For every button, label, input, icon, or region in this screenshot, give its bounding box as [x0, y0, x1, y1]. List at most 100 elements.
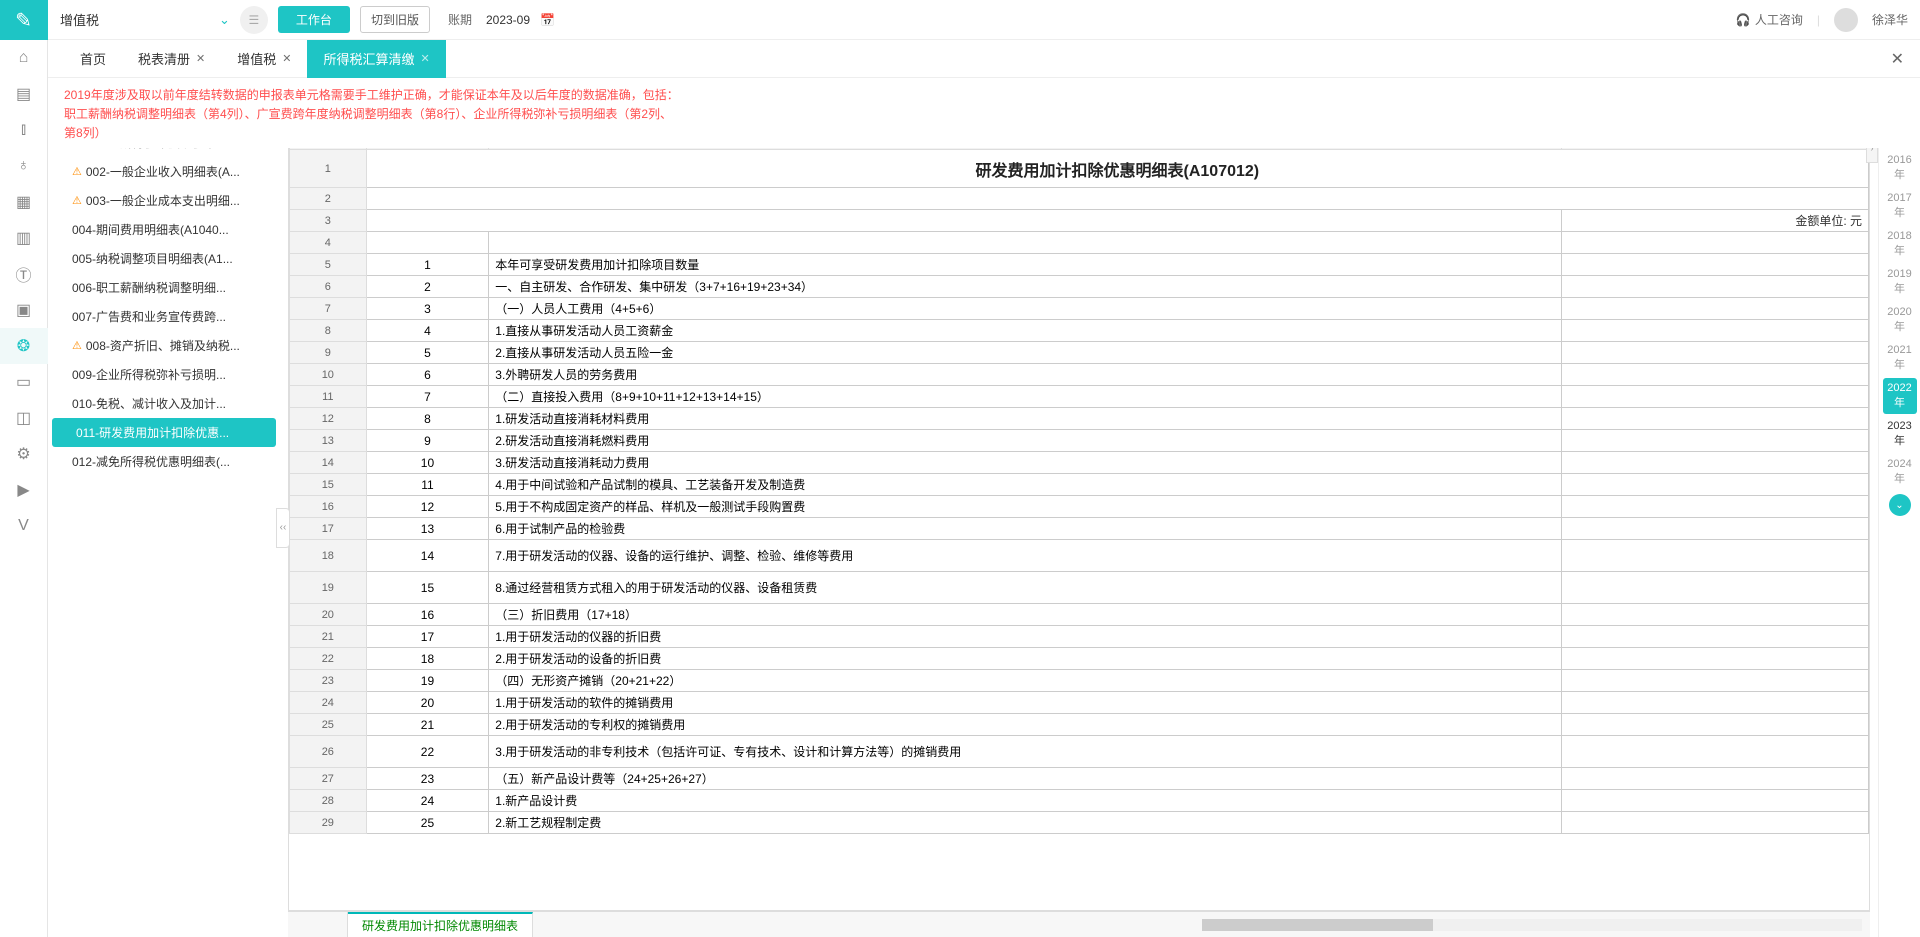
cell-item[interactable]: （一）人员人工费用（4+5+6） — [489, 298, 1562, 320]
nav-calendar-icon[interactable]: ▣ — [0, 292, 48, 328]
cell-item[interactable]: 1.用于研发活动的仪器的折旧费 — [489, 626, 1562, 648]
cell-seq[interactable]: 2 — [366, 276, 489, 298]
year-button[interactable]: 2020年 — [1883, 302, 1917, 338]
cell-item[interactable]: 3.用于研发活动的非专利技术（包括许可证、专有技术、设计和计算方法等）的摊销费用 — [489, 736, 1562, 768]
form-list-item[interactable]: 012-减免所得税优惠明细表(... — [48, 447, 280, 476]
cell-seq[interactable]: 5 — [366, 342, 489, 364]
cell-amount[interactable] — [1562, 714, 1869, 736]
cell-seq[interactable]: 1 — [366, 254, 489, 276]
cell-amount[interactable] — [1562, 736, 1869, 768]
cell-item[interactable]: 2.用于研发活动的设备的折旧费 — [489, 648, 1562, 670]
form-list-item[interactable]: 009-企业所得税弥补亏损明... — [48, 360, 280, 389]
close-icon[interactable]: ✕ — [282, 52, 291, 65]
cell-amount[interactable] — [1562, 452, 1869, 474]
row-header[interactable]: 5 — [290, 254, 367, 276]
row-header[interactable]: 7 — [290, 298, 367, 320]
cell-seq[interactable]: 15 — [366, 572, 489, 604]
cell-amount[interactable] — [1562, 386, 1869, 408]
cell-amount[interactable] — [1562, 364, 1869, 386]
cell-amount[interactable] — [1562, 474, 1869, 496]
cell-item[interactable]: 4.用于中间试验和产品试制的模具、工艺装备开发及制造费 — [489, 474, 1562, 496]
cell-item[interactable]: 5.用于不构成固定资产的样品、样机及一般测试手段购置费 — [489, 496, 1562, 518]
cell-item[interactable]: 一、自主研发、合作研发、集中研发（3+7+16+19+23+34） — [489, 276, 1562, 298]
workspace-button[interactable]: 工作台 — [278, 6, 350, 33]
nav-bank-icon[interactable]: Ⓣ — [0, 256, 48, 292]
cell-amount[interactable] — [1562, 496, 1869, 518]
form-list-item[interactable]: 007-广告费和业务宣传费跨... — [48, 302, 280, 331]
row-header[interactable]: 3 — [290, 210, 367, 232]
cell-seq[interactable]: 3 — [366, 298, 489, 320]
cell-amount[interactable] — [1562, 812, 1869, 834]
cell-amount[interactable] — [1562, 518, 1869, 540]
cell-item[interactable]: 8.通过经营租赁方式租入的用于研发活动的仪器、设备租赁费 — [489, 572, 1562, 604]
row-header[interactable]: 4 — [290, 232, 367, 254]
form-list-item[interactable]: 011-研发费用加计扣除优惠... — [52, 418, 276, 447]
cell-seq[interactable]: 6 — [366, 364, 489, 386]
spreadsheet[interactable]: A B C 1 研发费用加计扣除优惠明细表(A107012) 2 — [288, 128, 1870, 911]
close-icon[interactable]: ✕ — [421, 52, 430, 65]
row-header[interactable]: 29 — [290, 812, 367, 834]
tab-税表清册[interactable]: 税表清册✕ — [122, 40, 221, 78]
cell-amount[interactable] — [1562, 790, 1869, 812]
cell-amount[interactable] — [1562, 604, 1869, 626]
cell-seq[interactable]: 18 — [366, 648, 489, 670]
sheet-tab[interactable]: 研发费用加计扣除优惠明细表 — [348, 912, 533, 937]
nav-doc-icon[interactable]: ▤ — [0, 76, 48, 112]
cell-item[interactable]: 1.新产品设计费 — [489, 790, 1562, 812]
cell-seq[interactable]: 23 — [366, 768, 489, 790]
form-list-item[interactable]: 004-期间费用明细表(A1040... — [48, 215, 280, 244]
year-button[interactable]: 2019年 — [1883, 264, 1917, 300]
cell-seq[interactable]: 14 — [366, 540, 489, 572]
nav-inbox-icon[interactable]: ◫ — [0, 400, 48, 436]
cell-seq[interactable]: 25 — [366, 812, 489, 834]
row-header[interactable]: 1 — [290, 150, 367, 188]
year-button[interactable]: 2023年 — [1883, 416, 1917, 452]
cell-seq[interactable]: 13 — [366, 518, 489, 540]
cell-amount[interactable] — [1562, 648, 1869, 670]
row-header[interactable]: 13 — [290, 430, 367, 452]
year-button[interactable]: 2021年 — [1883, 340, 1917, 376]
cell-item[interactable]: （三）折旧费用（17+18） — [489, 604, 1562, 626]
cell-seq[interactable]: 19 — [366, 670, 489, 692]
horizontal-scrollbar[interactable] — [1202, 919, 1863, 931]
row-header[interactable]: 8 — [290, 320, 367, 342]
user-name[interactable]: 徐泽华 — [1872, 11, 1908, 28]
cell-seq[interactable]: 24 — [366, 790, 489, 812]
cell-item[interactable]: 本年可享受研发费用加计扣除项目数量 — [489, 254, 1562, 276]
cell-item[interactable]: 7.用于研发活动的仪器、设备的运行维护、调整、检验、维修等费用 — [489, 540, 1562, 572]
year-button[interactable]: 2017年 — [1883, 188, 1917, 224]
cell-amount[interactable] — [1562, 540, 1869, 572]
switch-old-button[interactable]: 切到旧版 — [360, 6, 430, 33]
cell-item[interactable]: （五）新产品设计费等（24+25+26+27） — [489, 768, 1562, 790]
tab-所得税汇算清缴[interactable]: 所得税汇算清缴✕ — [307, 40, 445, 78]
row-header[interactable]: 18 — [290, 540, 367, 572]
row-header[interactable]: 17 — [290, 518, 367, 540]
cell-seq[interactable]: 21 — [366, 714, 489, 736]
cell-seq[interactable]: 8 — [366, 408, 489, 430]
form-list-item[interactable]: ⚠002-一般企业收入明细表(A... — [48, 157, 280, 186]
row-header[interactable]: 23 — [290, 670, 367, 692]
nav-chart-icon[interactable]: ⫾ — [0, 112, 48, 148]
form-list-item[interactable]: ⚠003-一般企业成本支出明细... — [48, 186, 280, 215]
cell-item[interactable]: 2.新工艺规程制定费 — [489, 812, 1562, 834]
cell-seq[interactable]: 10 — [366, 452, 489, 474]
year-button[interactable]: 2016年 — [1883, 150, 1917, 186]
row-header[interactable]: 26 — [290, 736, 367, 768]
cell-amount[interactable] — [1562, 670, 1869, 692]
cell-item[interactable]: 3.研发活动直接消耗动力费用 — [489, 452, 1562, 474]
cell-amount[interactable] — [1562, 626, 1869, 648]
tab-增值税[interactable]: 增值税✕ — [221, 40, 307, 78]
cell-item[interactable]: 1.用于研发活动的软件的摊销费用 — [489, 692, 1562, 714]
nav-video-icon[interactable]: ▶ — [0, 472, 48, 508]
year-button[interactable]: 2018年 — [1883, 226, 1917, 262]
period-value[interactable]: 2023-09 — [486, 13, 530, 27]
cell-amount[interactable] — [1562, 430, 1869, 452]
module-dropdown[interactable]: 增值税 ⌄ — [60, 10, 230, 29]
row-header[interactable]: 16 — [290, 496, 367, 518]
cell-item[interactable]: 1.直接从事研发活动人员工资薪金 — [489, 320, 1562, 342]
cell-item[interactable]: 2.直接从事研发活动人员五险一金 — [489, 342, 1562, 364]
row-header[interactable]: 15 — [290, 474, 367, 496]
consult-link[interactable]: 🎧 人工咨询 — [1736, 11, 1803, 28]
nav-settings-icon[interactable]: ⚙ — [0, 436, 48, 472]
year-down-button[interactable]: ⌄ — [1889, 494, 1911, 516]
